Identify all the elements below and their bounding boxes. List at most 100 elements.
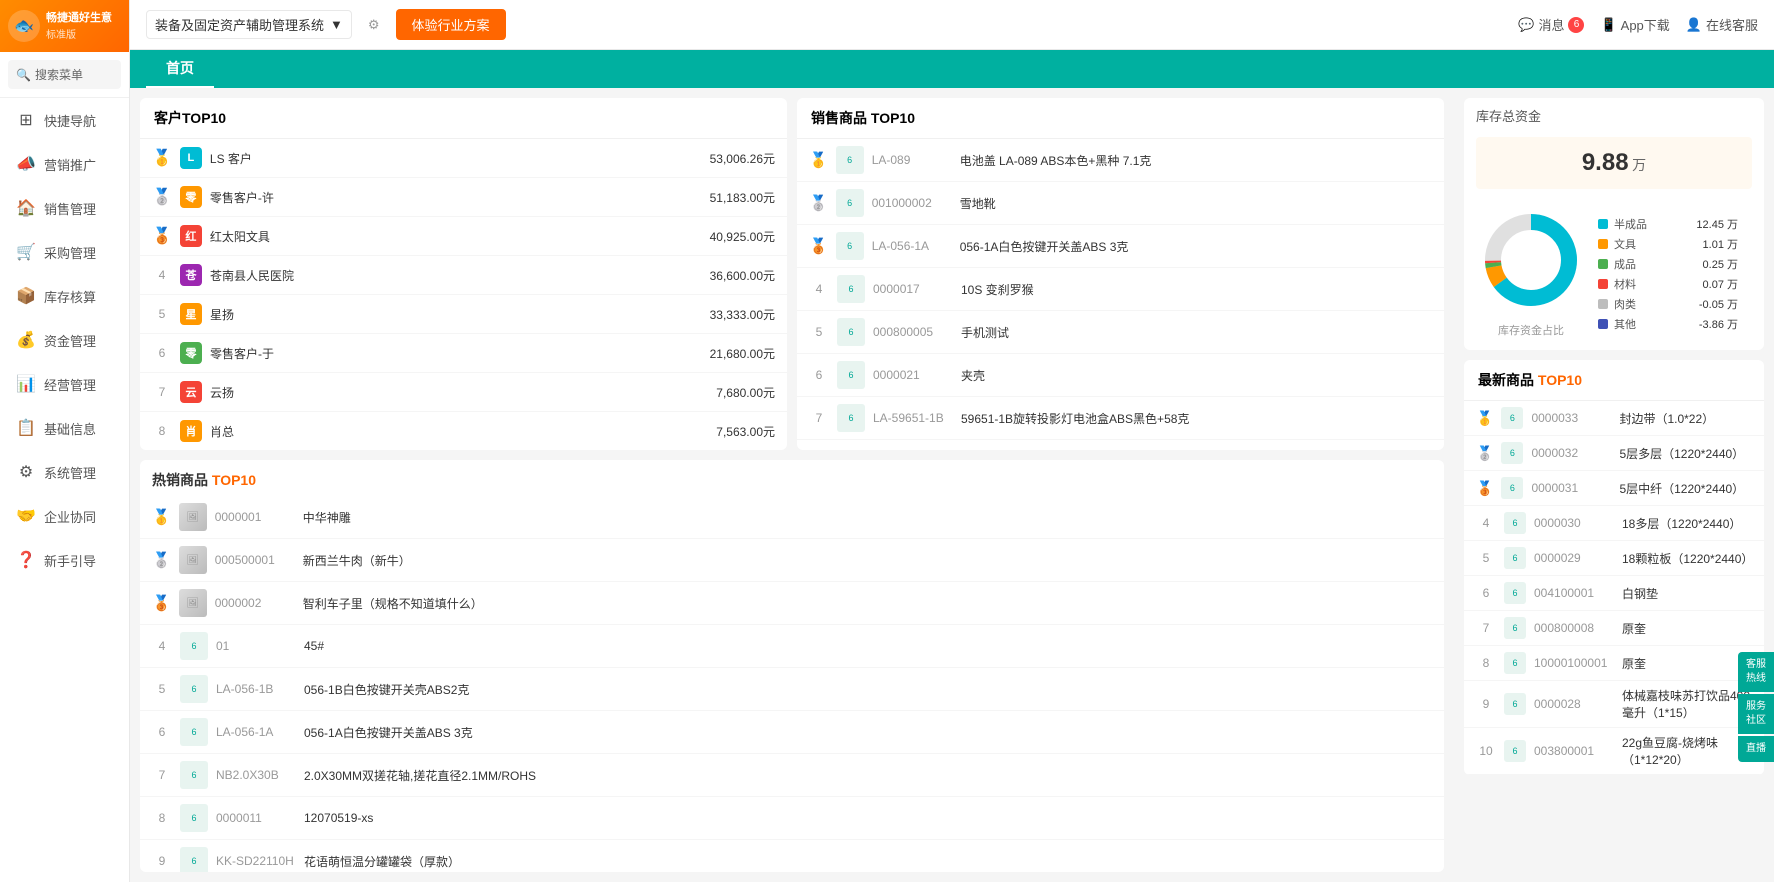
legend-value: 0.07 万 [1683, 276, 1738, 292]
rank-num: 9 [152, 854, 172, 868]
sidebar-item-basic-info[interactable]: 📋 基础信息 [0, 406, 129, 450]
sidebar-item-quick-nav[interactable]: ⊞ 快捷导航 [0, 98, 129, 142]
customer-list-item: 8 肖 肖总 7,563.00元 [140, 412, 787, 450]
legend-label: 半成品 [1614, 216, 1677, 232]
product-image: 6 [836, 146, 864, 174]
rank-num: 8 [152, 811, 172, 825]
sales-icon: 🏠 [16, 198, 36, 218]
sidebar-item-label: 销售管理 [44, 199, 96, 218]
customer-list-item: 7 云 云扬 7,680.00元 [140, 373, 787, 412]
search-menu-button[interactable]: 🔍 搜索菜单 [8, 60, 121, 89]
rank-medal: 🥈 [1476, 445, 1493, 462]
sale-product-item: 🥉 6 LA-056-1A 056-1A白色按键开关盖ABS 3克 [797, 225, 1444, 268]
float-service-btn[interactable]: 客服热线 [1738, 652, 1774, 692]
rank-medal: 🥉 [1476, 480, 1493, 497]
stock-card: 库存总资金 9.88 万 [1464, 98, 1764, 350]
sidebar-item-cooperation[interactable]: 🤝 企业协同 [0, 494, 129, 538]
hot-product-item: 🥇 🖼 0000001 中华神雕 [140, 496, 1444, 539]
settings-icon[interactable]: ⚙ [364, 13, 384, 37]
logo-title: 畅捷通好生意 [46, 11, 112, 25]
sidebar-item-label: 新手引导 [44, 551, 96, 570]
message-btn[interactable]: 💬 消息 6 [1518, 15, 1584, 34]
sidebar-item-inventory[interactable]: 📦 库存核算 [0, 274, 129, 318]
top-customers-card: 客户TOP10 🥇 L LS 客户 53,006.26元 🥈 零 零售客户-许 … [140, 98, 787, 450]
newest-product-name: 18多层（1220*2440） [1622, 515, 1752, 532]
sidebar-item-purchase[interactable]: 🛒 采购管理 [0, 230, 129, 274]
legend-item: 文具 1.01 万 [1598, 236, 1738, 252]
newest-product-code: 004100001 [1534, 586, 1614, 600]
marketing-icon: 📣 [16, 154, 36, 174]
float-live-btn[interactable]: 直播 [1738, 736, 1774, 762]
sidebar-item-guide[interactable]: ❓ 新手引导 [0, 538, 129, 582]
product-name: 10S 变刹罗猴 [961, 281, 1432, 298]
top-sale-header: 销售商品 TOP10 [797, 98, 1444, 139]
sidebar-item-system[interactable]: ⚙ 系统管理 [0, 450, 129, 494]
product-code: 000500001 [215, 553, 295, 567]
product-code: NB2.0X30B [216, 768, 296, 782]
sidebar-item-operations[interactable]: 📊 经营管理 [0, 362, 129, 406]
customer-avatar: 零 [180, 186, 202, 208]
newest-product-image: 6 [1504, 617, 1526, 639]
product-name: 2.0X30MM双搓花轴,搓花直径2.1MM/ROHS [304, 767, 1432, 784]
sidebar-item-label: 资金管理 [44, 331, 96, 350]
header: 装备及固定资产辅助管理系统 ▼ ⚙ 体验行业方案 💬 消息 6 📱 App下载 … [130, 0, 1774, 50]
product-code: 0000001 [215, 510, 295, 524]
sale-product-item: 🥈 6 001000002 雪地靴 [797, 182, 1444, 225]
rank-num: 5 [152, 307, 172, 321]
sidebar-item-marketing[interactable]: 📣 营销推广 [0, 142, 129, 186]
system-selector[interactable]: 装备及固定资产辅助管理系统 ▼ [146, 10, 352, 39]
customer-amount: 51,183.00元 [710, 189, 775, 206]
sale-product-item: 6 6 0000021 夹壳 [797, 354, 1444, 397]
product-name: 中华神雕 [303, 509, 1432, 526]
rank-num: 9 [1476, 697, 1496, 711]
rank-medal: 🥈 [809, 194, 828, 212]
sidebar-logo: 🐟 畅捷通好生意 标准版 [0, 0, 129, 52]
customer-amount: 7,563.00元 [716, 423, 775, 440]
product-code: 0000021 [873, 368, 953, 382]
newest-product-item: 6 6 004100001 白钢垫 [1464, 576, 1764, 611]
rank-num: 4 [152, 639, 172, 653]
legend-value: 1.01 万 [1683, 236, 1738, 252]
app-download-label: App下载 [1621, 15, 1670, 34]
legend-color [1598, 319, 1608, 329]
product-code: LA-056-1B [216, 682, 296, 696]
trial-button[interactable]: 体验行业方案 [396, 9, 506, 40]
product-code: 0000017 [873, 282, 953, 296]
sidebar-item-finance[interactable]: 💰 资金管理 [0, 318, 129, 362]
newest-product-item: 5 6 0000029 18颗粒板（1220*2440） [1464, 541, 1764, 576]
top-sale-title: 销售商品 TOP10 [811, 110, 915, 126]
online-service-btn[interactable]: 👤 在线客服 [1686, 15, 1758, 34]
legend-color [1598, 219, 1608, 229]
rank-num: 6 [809, 368, 829, 382]
legend-item: 其他 -3.86 万 [1598, 316, 1738, 332]
rank-num: 10 [1476, 744, 1496, 758]
newest-product-code: 000800008 [1534, 621, 1614, 635]
hot-product-item: 9 6 KK-SD22110H 花语萌恒温分罐罐袋（厚款） [140, 840, 1444, 872]
sidebar-item-label: 营销推广 [44, 155, 96, 174]
rank-num: 6 [152, 725, 172, 739]
sidebar-search-section: 🔍 搜索菜单 [0, 52, 129, 98]
stock-legend: 半成品 12.45 万 文具 1.01 万 成品 0.25 万 材料 0.07 … [1598, 216, 1738, 332]
logo-text-block: 畅捷通好生意 标准版 [46, 11, 112, 40]
newest-product-code: 0000032 [1531, 446, 1611, 460]
newest-product-image: 6 [1504, 652, 1526, 674]
float-community-btn[interactable]: 服务社区 [1738, 694, 1774, 734]
product-image-placeholder: 6 [180, 847, 208, 872]
app-download-btn[interactable]: 📱 App下载 [1600, 15, 1669, 34]
header-right: 💬 消息 6 📱 App下载 👤 在线客服 [1518, 15, 1758, 34]
tab-home[interactable]: 首页 [146, 50, 214, 88]
newest-products-header: 最新商品 TOP10 [1464, 360, 1764, 401]
legend-value: -0.05 万 [1683, 296, 1738, 312]
newest-product-code: 0000028 [1534, 697, 1614, 711]
newest-product-name: 5层多层（1220*2440） [1619, 445, 1752, 462]
product-name: 手机测试 [961, 324, 1432, 341]
customer-amount: 33,333.00元 [710, 306, 775, 323]
sidebar-item-sales[interactable]: 🏠 销售管理 [0, 186, 129, 230]
newest-product-item: 9 6 0000028 体械嘉枝味苏打饮品400毫升（1*15） [1464, 681, 1764, 728]
newest-product-code: 0000031 [1531, 481, 1611, 495]
stock-total: 9.88 万 [1476, 137, 1752, 189]
newest-product-item: 🥉 6 0000031 5层中纤（1220*2440） [1464, 471, 1764, 506]
sale-product-item: 🥇 6 LA-089 电池盖 LA-089 ABS本色+黑种 7.1克 [797, 139, 1444, 182]
content-right: 库存总资金 9.88 万 [1454, 88, 1774, 882]
rank-medal: 🥉 [152, 594, 171, 612]
